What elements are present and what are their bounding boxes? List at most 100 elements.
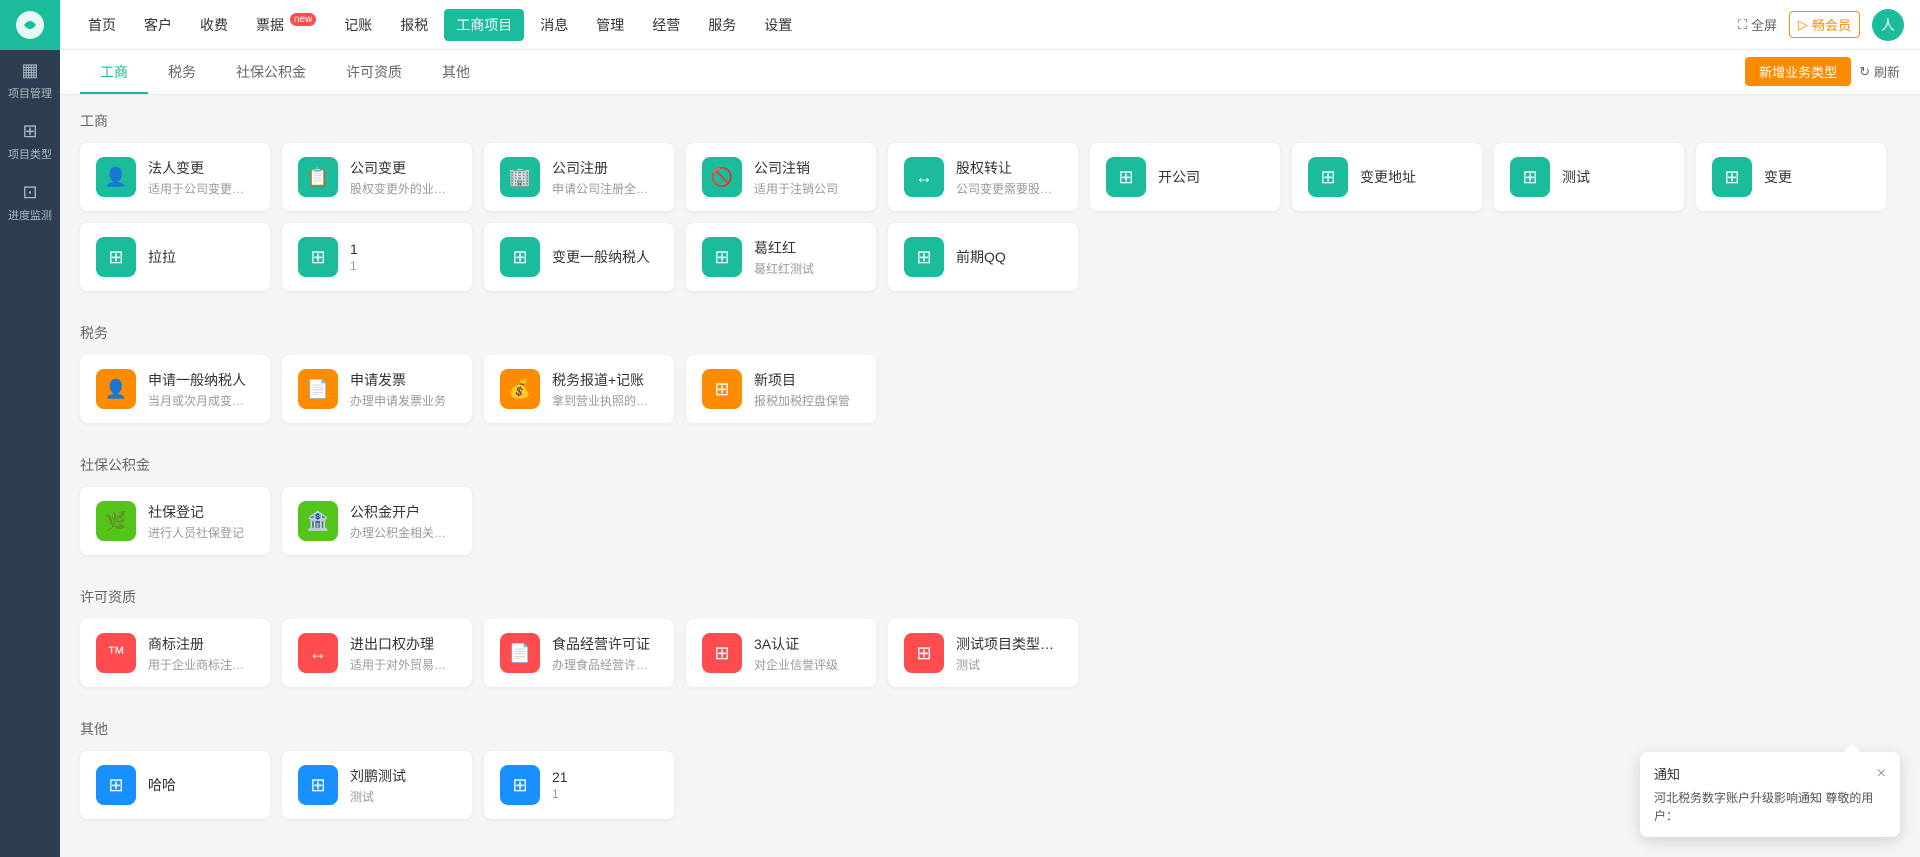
nav-industry[interactable]: 工商项目 xyxy=(444,9,524,41)
nav-home[interactable]: 首页 xyxy=(76,9,128,41)
content-area: 工商 税务 社保公积金 许可资质 其他 新增业务类型 ↻ 刷新 工商 👤 xyxy=(60,50,1920,857)
card-trademark[interactable]: ™ 商标注册 用于企业商标注册服务 xyxy=(80,619,270,687)
sidebar-logo[interactable] xyxy=(0,0,60,50)
card-info-apply-general: 申请一般纳税人 当月或次月成变更完成 xyxy=(148,370,254,409)
card-desc-one: 1 xyxy=(350,259,456,273)
card-info-front-qq: 前期QQ xyxy=(956,247,1062,267)
nav-accounting[interactable]: 记账 xyxy=(332,9,384,41)
card-change-address[interactable]: ⊞ 变更地址 xyxy=(1292,143,1482,211)
nav-customer[interactable]: 客户 xyxy=(132,9,184,41)
card-icon-open-company: ⊞ xyxy=(1106,157,1146,197)
sidebar-item-label: 项目类型 xyxy=(8,146,52,162)
nav-settings[interactable]: 设置 xyxy=(752,9,804,41)
card-title-company-register: 公司注册 xyxy=(552,158,658,178)
card-equity-transfer[interactable]: ↔ 股权转让 公司变更需要股权转让 xyxy=(888,143,1078,211)
card-info-import-export: 进出口权办理 适用于对外贸易经营者 xyxy=(350,634,456,673)
ticket-badge: new xyxy=(290,13,316,26)
nav-billing[interactable]: 收费 xyxy=(188,9,240,41)
card-info-3a-cert: 3A认证 对企业信誉评级 xyxy=(754,634,860,673)
card-title-change-address: 变更地址 xyxy=(1360,167,1466,187)
card-desc-trademark: 用于企业商标注册服务 xyxy=(148,656,254,673)
avatar[interactable]: 人 xyxy=(1872,9,1904,41)
card-import-export[interactable]: ↔ 进出口权办理 适用于对外贸易经营者 xyxy=(282,619,472,687)
fullscreen-label: 全屏 xyxy=(1751,15,1777,34)
card-desc-import-export: 适用于对外贸易经营者 xyxy=(350,656,456,673)
card-social-register[interactable]: 🌿 社保登记 进行人员社保登记 xyxy=(80,487,270,555)
card-info-lala: 拉拉 xyxy=(148,247,254,267)
card-title-test: 测试 xyxy=(1562,167,1668,187)
nav-operation[interactable]: 经营 xyxy=(640,9,692,41)
card-info-test-type: 测试项目类型目定义 测试 xyxy=(956,634,1062,673)
card-title-fund-account: 公积金开户 xyxy=(350,502,456,522)
tax-cards-grid: 👤 申请一般纳税人 当月或次月成变更完成 📄 申请发票 办理申请发票业务 💰 税… xyxy=(80,355,1900,423)
notification-header: 通知 × xyxy=(1654,764,1886,783)
card-info-new-project: 新项目 报税加税控盘保管 xyxy=(754,370,860,409)
card-company-register[interactable]: 🏢 公司注册 申请公司注册全流程 xyxy=(484,143,674,211)
card-change-tax[interactable]: ⊞ 变更一般纳税人 xyxy=(484,223,674,291)
card-title-liu-peng-test: 刘鹏测试 xyxy=(350,766,456,786)
card-info-equity-transfer: 股权转让 公司变更需要股权转让 xyxy=(956,158,1062,197)
card-title-food-license: 食品经营许可证 xyxy=(552,634,658,654)
card-open-company[interactable]: ⊞ 开公司 xyxy=(1090,143,1280,211)
card-icon-apply-invoice: 📄 xyxy=(298,369,338,409)
card-title-trademark: 商标注册 xyxy=(148,634,254,654)
card-tax-report[interactable]: 💰 税务报道+记账 拿到营业执照的新公司 xyxy=(484,355,674,423)
card-fund-account[interactable]: 🏦 公积金开户 办理公积金相关业务 xyxy=(282,487,472,555)
card-icon-test-type: ⊞ xyxy=(904,633,944,673)
card-desc-test-type: 测试 xyxy=(956,656,1062,673)
sidebar-item-project-manage[interactable]: ▦ 项目管理 xyxy=(0,50,60,111)
card-info-change: 变更 xyxy=(1764,167,1870,187)
card-info-ge-hong: 葛红红 葛红红测试 xyxy=(754,238,860,277)
nav-manage[interactable]: 管理 xyxy=(584,9,636,41)
card-test-type[interactable]: ⊞ 测试项目类型目定义 测试 xyxy=(888,619,1078,687)
card-icon-new-project: ⊞ xyxy=(702,369,742,409)
fullscreen-button[interactable]: ⛶ 全屏 xyxy=(1738,15,1777,34)
tab-social[interactable]: 社保公积金 xyxy=(216,50,326,94)
card-title-new-project: 新项目 xyxy=(754,370,860,390)
tab-license[interactable]: 许可资质 xyxy=(326,50,422,94)
nav-service[interactable]: 服务 xyxy=(696,9,748,41)
card-company-cancel[interactable]: 🚫 公司注销 适用于注销公司 xyxy=(686,143,876,211)
nav-ticket[interactable]: 票据 new xyxy=(244,9,328,41)
card-title-tax-report: 税务报道+记账 xyxy=(552,370,658,390)
sidebar-item-project-type[interactable]: ⊞ 项目类型 xyxy=(0,111,60,172)
main-wrapper: 首页 客户 收费 票据 new 记账 报税 工商项目 消息 管理 经营 服务 设… xyxy=(60,0,1920,857)
card-title-social-register: 社保登记 xyxy=(148,502,254,522)
card-legal-change[interactable]: 👤 法人变更 适用于公司变更法人 xyxy=(80,143,270,211)
card-ge-hong[interactable]: ⊞ 葛红红 葛红红测试 xyxy=(686,223,876,291)
card-test[interactable]: ⊞ 测试 xyxy=(1494,143,1684,211)
card-one[interactable]: ⊞ 1 1 xyxy=(282,223,472,291)
nav-tax[interactable]: 报税 xyxy=(388,9,440,41)
card-apply-invoice[interactable]: 📄 申请发票 办理申请发票业务 xyxy=(282,355,472,423)
card-liu-peng-test[interactable]: ⊞ 刘鹏测试 测试 xyxy=(282,751,472,819)
card-lala[interactable]: ⊞ 拉拉 xyxy=(80,223,270,291)
tab-tax[interactable]: 税务 xyxy=(148,50,216,94)
card-icon-change-tax: ⊞ xyxy=(500,237,540,277)
card-title-lala: 拉拉 xyxy=(148,247,254,267)
tab-other[interactable]: 其他 xyxy=(422,50,490,94)
refresh-button[interactable]: ↻ 刷新 xyxy=(1859,62,1900,81)
card-desc-legal-change: 适用于公司变更法人 xyxy=(148,180,254,197)
card-3a-cert[interactable]: ⊞ 3A认证 对企业信誉评级 xyxy=(686,619,876,687)
tab-industry[interactable]: 工商 xyxy=(80,50,148,94)
sidebar-item-label: 进度监测 xyxy=(8,207,52,223)
nav-message[interactable]: 消息 xyxy=(528,9,580,41)
card-change[interactable]: ⊞ 变更 xyxy=(1696,143,1886,211)
card-company-change[interactable]: 📋 公司变更 股权变更外的业务变更 xyxy=(282,143,472,211)
card-haha[interactable]: ⊞ 哈哈 xyxy=(80,751,270,819)
member-button[interactable]: ▷ 畅会员 xyxy=(1789,11,1860,38)
card-food-license[interactable]: 📄 食品经营许可证 办理食品经营许可证 xyxy=(484,619,674,687)
card-title-change-tax: 变更一般纳税人 xyxy=(552,247,658,267)
fullscreen-icon: ⛶ xyxy=(1738,17,1747,33)
card-front-qq[interactable]: ⊞ 前期QQ xyxy=(888,223,1078,291)
sidebar-item-progress-monitor[interactable]: ⊡ 进度监测 xyxy=(0,172,60,233)
card-title-haha: 哈哈 xyxy=(148,775,254,795)
card-twenty-one[interactable]: ⊞ 21 1 xyxy=(484,751,674,819)
new-business-button[interactable]: 新增业务类型 xyxy=(1745,57,1851,86)
card-new-project[interactable]: ⊞ 新项目 报税加税控盘保管 xyxy=(686,355,876,423)
card-apply-general[interactable]: 👤 申请一般纳税人 当月或次月成变更完成 xyxy=(80,355,270,423)
card-info-food-license: 食品经营许可证 办理食品经营许可证 xyxy=(552,634,658,673)
notification-close-button[interactable]: × xyxy=(1877,765,1886,783)
card-icon-legal-change: 👤 xyxy=(96,157,136,197)
card-icon-change-address: ⊞ xyxy=(1308,157,1348,197)
